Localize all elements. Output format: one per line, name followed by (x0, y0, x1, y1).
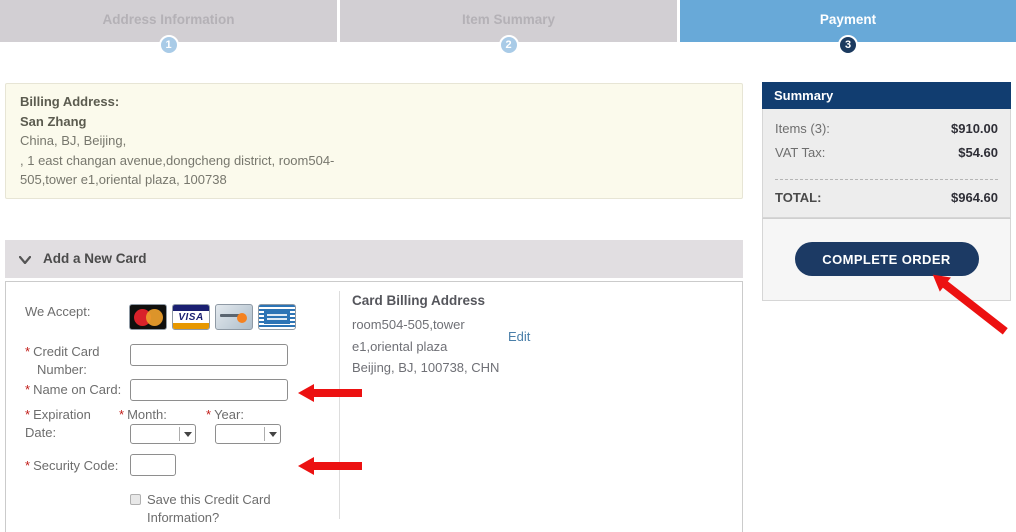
chevron-down-icon (19, 256, 31, 264)
billing-address-line: 505,tower e1,oriental plaza, 100738 (20, 170, 728, 190)
american-express-icon (258, 304, 296, 330)
billing-address-heading: Billing Address: (20, 92, 728, 112)
panel-divider (339, 291, 340, 519)
discover-icon (215, 304, 253, 330)
name-on-card-input[interactable] (130, 379, 288, 401)
we-accept-label: We Accept: (25, 303, 91, 321)
save-card-checkbox[interactable] (130, 494, 141, 505)
summary-body: Items (3): $910.00 VAT Tax: $54.60 TOTAL… (762, 109, 1011, 218)
tab-payment[interactable]: Payment 3 (680, 0, 1016, 42)
summary-row-items: Items (3): $910.00 (763, 117, 1010, 141)
arrow-annotation-name-on-card (298, 384, 362, 402)
accepted-cards-row: VISA (129, 304, 296, 330)
summary-action-area: COMPLETE ORDER (762, 218, 1011, 301)
visa-icon: VISA (172, 304, 210, 330)
tab-label: Payment (820, 12, 876, 27)
edit-billing-address-link[interactable]: Edit (508, 329, 530, 344)
billing-address-box: Billing Address: San Zhang China, BJ, Be… (5, 83, 743, 199)
total-value: $964.60 (951, 190, 998, 205)
year-label: *Year: (206, 406, 244, 424)
credit-card-number-label: *Credit Card Number: (25, 343, 142, 379)
tab-label: Address Information (102, 12, 234, 27)
required-marker: * (25, 407, 30, 422)
items-label: Items (3): (775, 119, 830, 139)
dropdown-arrow-icon (264, 427, 280, 441)
tab-item-summary[interactable]: Item Summary 2 (340, 0, 677, 42)
tab-label: Item Summary (462, 12, 555, 27)
summary-title: Summary (762, 82, 1011, 109)
required-marker: * (206, 407, 211, 422)
billing-address-line: China, BJ, Beijing, (20, 131, 728, 151)
step-3-badge: 3 (838, 35, 858, 55)
checkout-payment-page: Address Information 1 Item Summary 2 Pay… (0, 0, 1016, 532)
complete-order-button[interactable]: COMPLETE ORDER (795, 242, 979, 276)
billing-address-line: , 1 east changan avenue,dongcheng distri… (20, 151, 728, 171)
card-billing-address-heading: Card Billing Address (352, 293, 485, 308)
year-select[interactable] (215, 424, 281, 444)
step-2-badge: 2 (499, 35, 519, 55)
add-new-card-label: Add a New Card (43, 251, 147, 266)
total-label: TOTAL: (775, 190, 821, 205)
summary-row-total: TOTAL: $964.60 (763, 182, 1010, 217)
required-marker: * (25, 344, 30, 359)
card-billing-address-text: room504-505,tower e1,oriental plaza Beij… (352, 314, 499, 379)
security-code-input[interactable] (130, 454, 176, 476)
required-marker: * (25, 458, 30, 473)
add-new-card-header[interactable]: Add a New Card (5, 240, 743, 278)
vat-label: VAT Tax: (775, 143, 825, 163)
month-label: *Month: (119, 406, 167, 424)
items-value: $910.00 (951, 119, 998, 139)
required-marker: * (25, 382, 30, 397)
summary-divider (775, 179, 998, 180)
billing-address-name: San Zhang (20, 112, 728, 132)
month-select[interactable] (130, 424, 196, 444)
summary-row-vat: VAT Tax: $54.60 (763, 141, 1010, 165)
dropdown-arrow-icon (179, 427, 195, 441)
mastercard-icon (129, 304, 167, 330)
expiration-date-label: *Expiration Date: (25, 406, 117, 442)
tab-address-information[interactable]: Address Information 1 (0, 0, 337, 42)
order-summary-panel: Summary Items (3): $910.00 VAT Tax: $54.… (762, 82, 1011, 301)
step-1-badge: 1 (159, 35, 179, 55)
required-marker: * (119, 407, 124, 422)
arrow-annotation-security-code (298, 457, 362, 475)
save-card-label: Save this Credit Card Information? (147, 491, 307, 527)
credit-card-number-input[interactable] (130, 344, 288, 366)
name-on-card-label: *Name on Card: (25, 381, 147, 399)
vat-value: $54.60 (958, 143, 998, 163)
